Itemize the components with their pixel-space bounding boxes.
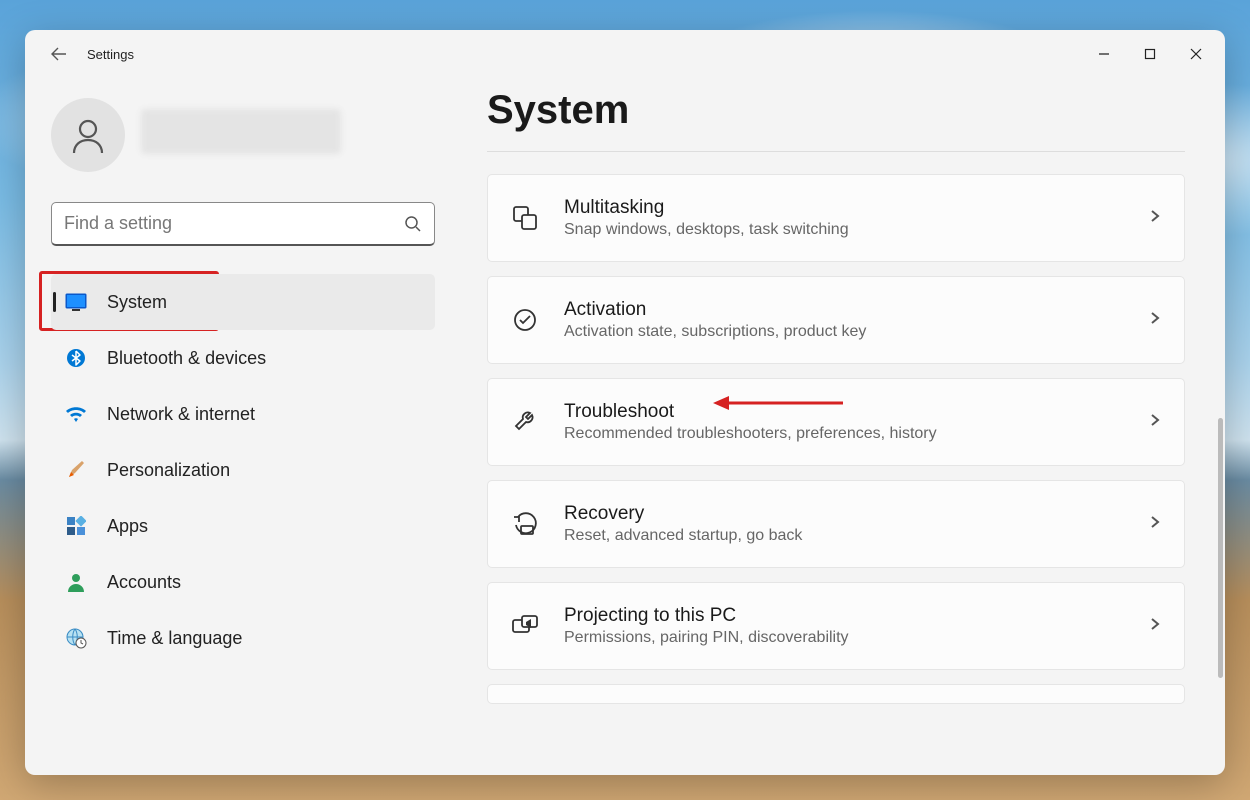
profile-name-redacted	[141, 109, 435, 161]
main-panel: System Multitasking Snap windows, deskto…	[455, 78, 1225, 775]
chevron-right-icon	[1148, 311, 1162, 330]
back-arrow-icon	[51, 46, 67, 62]
scrollbar[interactable]	[1215, 118, 1225, 765]
card-troubleshoot[interactable]: Troubleshoot Recommended troubleshooters…	[487, 378, 1185, 466]
sidebar-item-time-language[interactable]: Time & language	[51, 610, 435, 666]
sidebar-item-system[interactable]: System	[51, 274, 435, 330]
chevron-right-icon	[1148, 617, 1162, 636]
sidebar-item-label: Bluetooth & devices	[107, 348, 266, 369]
card-title: Activation	[564, 299, 1124, 321]
sidebar-item-label: Personalization	[107, 460, 230, 481]
person-silhouette-icon	[68, 115, 108, 155]
search-box[interactable]	[51, 202, 435, 246]
sidebar-item-network[interactable]: Network & internet	[51, 386, 435, 442]
sidebar-item-label: Network & internet	[107, 404, 255, 425]
chevron-right-icon	[1148, 209, 1162, 228]
card-title: Projecting to this PC	[564, 605, 1124, 627]
apps-icon	[65, 515, 87, 537]
minimize-icon	[1098, 48, 1110, 60]
chevron-right-icon	[1148, 515, 1162, 534]
close-button[interactable]	[1173, 36, 1219, 72]
card-title: Recovery	[564, 503, 1124, 525]
person-icon	[65, 571, 87, 593]
recovery-icon	[510, 509, 540, 539]
titlebar: Settings	[25, 30, 1225, 78]
card-partial-next[interactable]	[487, 684, 1185, 704]
sidebar-item-label: Accounts	[107, 572, 181, 593]
sidebar-item-personalization[interactable]: Personalization	[51, 442, 435, 498]
search-icon	[404, 215, 422, 233]
sidebar-item-label: System	[107, 292, 167, 313]
avatar	[51, 98, 125, 172]
card-subtitle: Snap windows, desktops, task switching	[564, 221, 1124, 239]
wrench-icon	[510, 407, 540, 437]
card-recovery[interactable]: Recovery Reset, advanced startup, go bac…	[487, 480, 1185, 568]
globe-clock-icon	[65, 627, 87, 649]
settings-card-list: Multitasking Snap windows, desktops, tas…	[487, 174, 1185, 724]
maximize-button[interactable]	[1127, 36, 1173, 72]
monitor-icon	[65, 291, 87, 313]
scrollbar-thumb[interactable]	[1218, 418, 1223, 678]
sidebar-item-apps[interactable]: Apps	[51, 498, 435, 554]
card-subtitle: Activation state, subscriptions, product…	[564, 323, 1124, 341]
back-button[interactable]	[43, 38, 75, 70]
sidebar-item-label: Apps	[107, 516, 148, 537]
nav-list: System Bluetooth & devices Network & int…	[51, 274, 435, 666]
chevron-right-icon	[1148, 413, 1162, 432]
card-multitasking[interactable]: Multitasking Snap windows, desktops, tas…	[487, 174, 1185, 262]
close-icon	[1190, 48, 1202, 60]
card-subtitle: Permissions, pairing PIN, discoverabilit…	[564, 629, 1124, 647]
sidebar-item-label: Time & language	[107, 628, 242, 649]
card-subtitle: Recommended troubleshooters, preferences…	[564, 425, 1124, 443]
brush-icon	[65, 459, 87, 481]
card-subtitle: Reset, advanced startup, go back	[564, 527, 1124, 545]
wifi-icon	[65, 403, 87, 425]
project-icon	[510, 611, 540, 641]
header-divider	[487, 151, 1185, 152]
maximize-icon	[1144, 48, 1156, 60]
check-circle-icon	[510, 305, 540, 335]
page-title: System	[487, 88, 1185, 133]
multitask-icon	[510, 203, 540, 233]
profile-block[interactable]	[51, 98, 435, 172]
sidebar-item-accounts[interactable]: Accounts	[51, 554, 435, 610]
card-title: Troubleshoot	[564, 401, 1124, 423]
window-title: Settings	[87, 47, 134, 62]
bluetooth-icon	[65, 347, 87, 369]
card-title: Multitasking	[564, 197, 1124, 219]
sidebar: System Bluetooth & devices Network & int…	[25, 78, 455, 775]
settings-window: Settings	[25, 30, 1225, 775]
card-projecting[interactable]: Projecting to this PC Permissions, pairi…	[487, 582, 1185, 670]
sidebar-item-bluetooth[interactable]: Bluetooth & devices	[51, 330, 435, 386]
card-activation[interactable]: Activation Activation state, subscriptio…	[487, 276, 1185, 364]
search-input[interactable]	[64, 213, 404, 234]
minimize-button[interactable]	[1081, 36, 1127, 72]
